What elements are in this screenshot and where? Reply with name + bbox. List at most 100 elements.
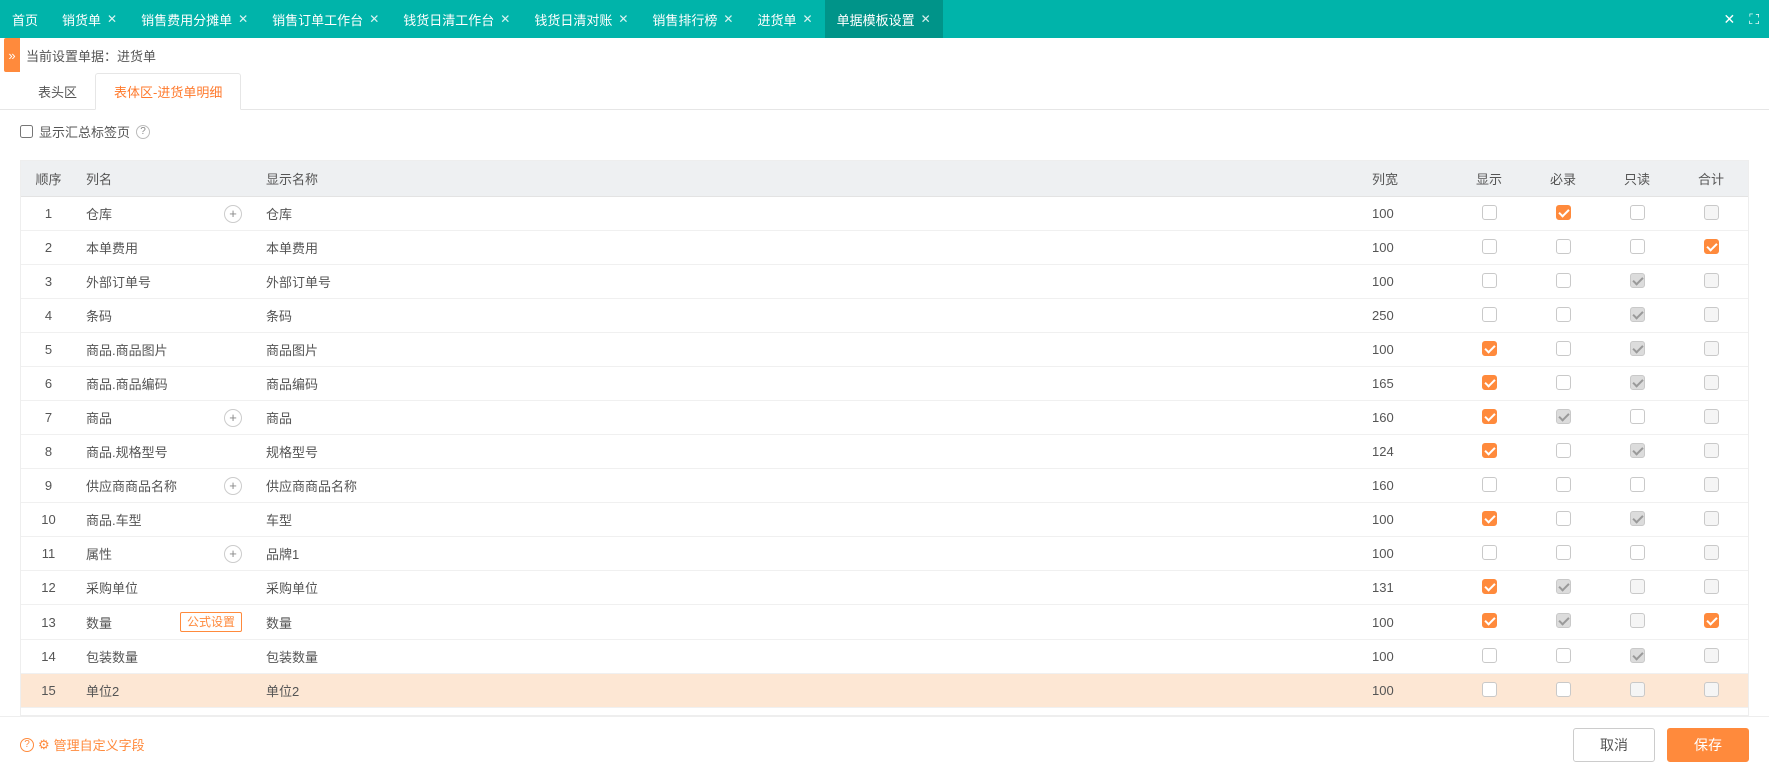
top-tab[interactable]: 钱货日清工作台✕: [391, 0, 522, 38]
cell-width[interactable]: 100: [1362, 503, 1452, 537]
cell-display[interactable]: 条码: [256, 299, 1362, 333]
cell-width[interactable]: 100: [1362, 605, 1452, 640]
cell-width[interactable]: 100: [1362, 197, 1452, 231]
table-row[interactable]: 11属性+品牌1100: [21, 537, 1748, 571]
cell-width[interactable]: 100: [1362, 674, 1452, 708]
checkbox[interactable]: [1482, 341, 1497, 356]
table-row[interactable]: 5商品.商品图片商品图片100: [21, 333, 1748, 367]
table-row[interactable]: 12采购单位采购单位131: [21, 571, 1748, 605]
cell-display[interactable]: 商品图片: [256, 333, 1362, 367]
table-row[interactable]: 2本单费用本单费用100: [21, 231, 1748, 265]
cell-display[interactable]: 商品编码: [256, 367, 1362, 401]
close-icon[interactable]: ✕: [500, 12, 510, 26]
cell-display[interactable]: 供应商商品名称: [256, 469, 1362, 503]
top-tab[interactable]: 单据模板设置✕: [825, 0, 943, 38]
checkbox[interactable]: [1630, 239, 1645, 254]
help-icon[interactable]: ?: [20, 738, 34, 752]
checkbox[interactable]: [1556, 341, 1571, 356]
table-row[interactable]: 9供应商商品名称+供应商商品名称160: [21, 469, 1748, 503]
checkbox[interactable]: [1556, 375, 1571, 390]
checkbox[interactable]: [1482, 409, 1497, 424]
table-row[interactable]: 1仓库+仓库100: [21, 197, 1748, 231]
top-tab[interactable]: 销售排行榜✕: [640, 0, 745, 38]
cell-display[interactable]: 本单费用: [256, 231, 1362, 265]
close-icon[interactable]: ✕: [238, 12, 248, 26]
table-row[interactable]: 3外部订单号外部订单号100: [21, 265, 1748, 299]
close-icon[interactable]: ✕: [618, 12, 628, 26]
checkbox[interactable]: [1482, 545, 1497, 560]
close-icon[interactable]: ✕: [369, 12, 379, 26]
table-row[interactable]: 6商品.商品编码商品编码165: [21, 367, 1748, 401]
checkbox[interactable]: [1482, 613, 1497, 628]
checkbox[interactable]: [1482, 579, 1497, 594]
close-all-icon[interactable]: ✕: [1723, 11, 1735, 28]
section-tab[interactable]: 表体区-进货单明细: [95, 73, 241, 110]
cell-display[interactable]: 外部订单号: [256, 265, 1362, 299]
top-tab[interactable]: 首页: [0, 0, 50, 38]
checkbox[interactable]: [1630, 477, 1645, 492]
checkbox[interactable]: [1482, 375, 1497, 390]
cell-display[interactable]: 商品: [256, 401, 1362, 435]
cell-width[interactable]: 160: [1362, 469, 1452, 503]
cell-width[interactable]: 131: [1362, 571, 1452, 605]
cell-width[interactable]: 100: [1362, 231, 1452, 265]
cell-display[interactable]: 数量: [256, 605, 1362, 640]
table-row[interactable]: 13数量公式设置数量100: [21, 605, 1748, 640]
table-row[interactable]: 14包装数量包装数量100: [21, 640, 1748, 674]
cell-display[interactable]: 包装数量: [256, 640, 1362, 674]
checkbox[interactable]: [1630, 545, 1645, 560]
cell-width[interactable]: 100: [1362, 265, 1452, 299]
top-tab[interactable]: 销售订单工作台✕: [260, 0, 391, 38]
checkbox[interactable]: [1704, 239, 1719, 254]
cell-width[interactable]: 160: [1362, 401, 1452, 435]
cancel-button[interactable]: 取消: [1573, 728, 1655, 762]
table-row[interactable]: 10商品.车型车型100: [21, 503, 1748, 537]
close-icon[interactable]: ✕: [723, 12, 733, 26]
add-icon[interactable]: +: [224, 545, 242, 563]
cell-display[interactable]: 规格型号: [256, 435, 1362, 469]
help-icon[interactable]: ?: [136, 125, 150, 139]
top-tab[interactable]: 销货单✕: [50, 0, 129, 38]
cell-display[interactable]: 仓库: [256, 197, 1362, 231]
table-row[interactable]: 7商品+商品160: [21, 401, 1748, 435]
close-icon[interactable]: ✕: [107, 12, 117, 26]
checkbox[interactable]: [1704, 613, 1719, 628]
checkbox[interactable]: [1482, 443, 1497, 458]
checkbox[interactable]: [1630, 205, 1645, 220]
table-row[interactable]: 4条码条码250: [21, 299, 1748, 333]
checkbox[interactable]: [1556, 682, 1571, 697]
cell-display[interactable]: 单位2: [256, 674, 1362, 708]
table-row[interactable]: 8商品.规格型号规格型号124: [21, 435, 1748, 469]
checkbox[interactable]: [1482, 477, 1497, 492]
checkbox[interactable]: [1482, 205, 1497, 220]
checkbox[interactable]: [1556, 511, 1571, 526]
summary-checkbox[interactable]: [20, 125, 33, 138]
checkbox[interactable]: [1556, 545, 1571, 560]
fullscreen-icon[interactable]: ⛶: [1749, 11, 1759, 28]
cell-width[interactable]: 124: [1362, 435, 1452, 469]
checkbox[interactable]: [1556, 205, 1571, 220]
section-tab[interactable]: 表头区: [20, 74, 95, 109]
top-tab[interactable]: 钱货日清对账✕: [522, 0, 640, 38]
checkbox[interactable]: [1556, 307, 1571, 322]
checkbox[interactable]: [1556, 477, 1571, 492]
save-button[interactable]: 保存: [1667, 728, 1749, 762]
table-row[interactable]: 15单位2单位2100: [21, 674, 1748, 708]
cell-width[interactable]: 100: [1362, 333, 1452, 367]
checkbox[interactable]: [1556, 273, 1571, 288]
checkbox[interactable]: [1482, 511, 1497, 526]
formula-button[interactable]: 公式设置: [180, 612, 242, 632]
cell-width[interactable]: 100: [1362, 537, 1452, 571]
cell-width[interactable]: 165: [1362, 367, 1452, 401]
checkbox[interactable]: [1482, 273, 1497, 288]
checkbox[interactable]: [1556, 443, 1571, 458]
cell-display[interactable]: 采购单位: [256, 571, 1362, 605]
top-tab[interactable]: 进货单✕: [745, 0, 824, 38]
collapse-arrow-icon[interactable]: »: [4, 38, 20, 72]
close-icon[interactable]: ✕: [803, 12, 813, 26]
checkbox[interactable]: [1482, 307, 1497, 322]
checkbox[interactable]: [1482, 648, 1497, 663]
checkbox[interactable]: [1556, 239, 1571, 254]
cell-width[interactable]: 100: [1362, 640, 1452, 674]
checkbox[interactable]: [1482, 682, 1497, 697]
